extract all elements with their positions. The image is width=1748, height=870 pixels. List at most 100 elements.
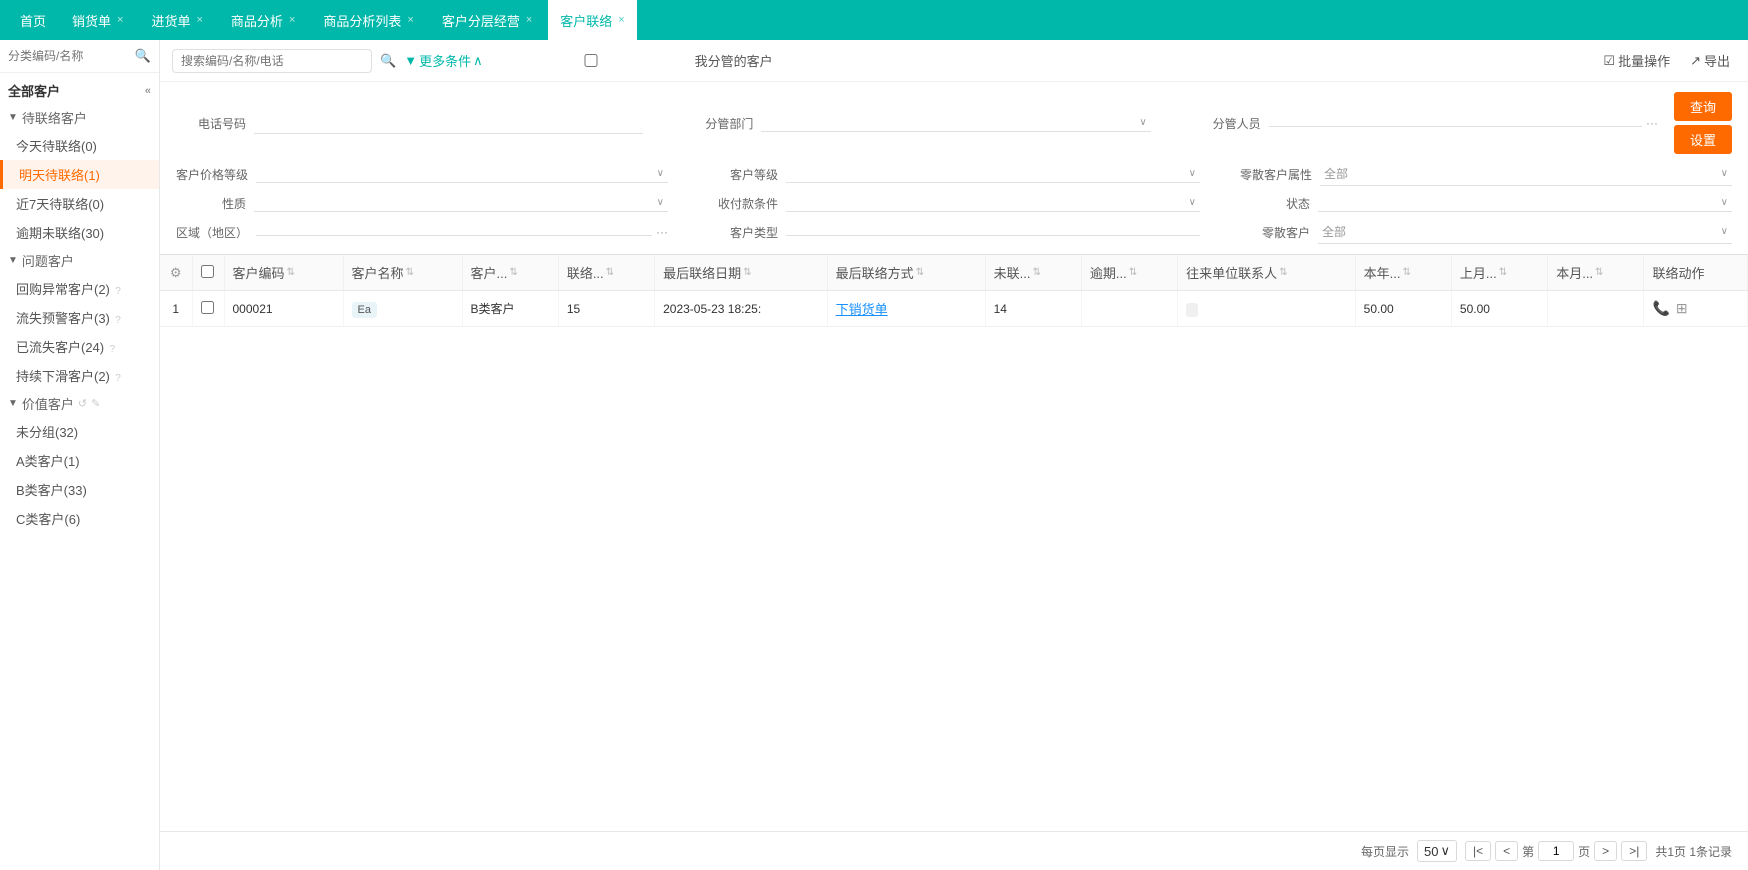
payment-select[interactable]: ∨ xyxy=(786,194,1200,212)
col-this-month-header[interactable]: 本月... ⇅ xyxy=(1548,255,1644,291)
settings-button[interactable]: 设置 xyxy=(1674,125,1732,154)
page-input[interactable] xyxy=(1538,841,1574,861)
pending-arrow-icon: ▼ xyxy=(8,112,18,123)
col-name-header[interactable]: 客户名称 ⇅ xyxy=(343,255,462,291)
sidebar-item-7days[interactable]: 近7天待联络(0) xyxy=(0,189,159,218)
nature-select[interactable]: ∨ xyxy=(254,194,668,212)
retail-cust-select[interactable]: 全部 ∨ xyxy=(1318,220,1732,244)
adv-field-cust-type: 客户类型 xyxy=(708,224,1200,241)
table-settings-icon[interactable]: ⚙ xyxy=(170,265,182,280)
all-customers-header[interactable]: 全部客户 « xyxy=(0,73,159,104)
close-tab-1-icon[interactable]: × xyxy=(196,14,202,26)
select-all-checkbox[interactable] xyxy=(201,265,214,278)
close-tab-2-icon[interactable]: × xyxy=(289,14,295,26)
col-type-header[interactable]: 客户... ⇅ xyxy=(462,255,558,291)
status-select[interactable]: ∨ xyxy=(1318,194,1732,212)
col-this-year-header[interactable]: 本年... ⇅ xyxy=(1355,255,1451,291)
col-code-header[interactable]: 客户编码 ⇅ xyxy=(224,255,343,291)
nav-tab-5[interactable]: 客户联络 × xyxy=(548,0,636,40)
close-tab-0-icon[interactable]: × xyxy=(117,14,123,26)
action-grid-icon[interactable]: ⊞ xyxy=(1676,300,1688,317)
cust-type-label: 客户类型 xyxy=(708,224,778,241)
close-tab-4-icon[interactable]: × xyxy=(526,14,532,26)
next-page-btn[interactable]: > xyxy=(1594,841,1617,861)
sidebar-item-churned[interactable]: 已流失客户(24) ? xyxy=(0,332,159,361)
first-page-btn[interactable]: |< xyxy=(1465,841,1491,861)
edit-icon[interactable]: ✎ xyxy=(91,397,100,410)
last-method-link[interactable]: 下销货单 xyxy=(836,302,888,317)
col-last-date-header[interactable]: 最后联络日期 ⇅ xyxy=(655,255,828,291)
sort-code-icon: ⇅ xyxy=(287,267,295,278)
sidebar-item-today[interactable]: 今天待联络(0) xyxy=(0,131,159,160)
retail-cust-chevron-icon: ∨ xyxy=(1721,226,1728,237)
nav-tab-1[interactable]: 进货单 × xyxy=(139,0,214,40)
action-phone-icon[interactable]: 📞 xyxy=(1652,300,1669,317)
total-info: 共1页 1条记录 xyxy=(1655,843,1732,860)
sidebar-item-c-class[interactable]: C类客户(6) xyxy=(0,504,159,533)
more-filter-btn[interactable]: ▼ 更多条件 ∧ xyxy=(404,51,482,70)
page-size-select[interactable]: 50 ∨ xyxy=(1417,840,1457,862)
action-icons: 📞 ⊞ xyxy=(1652,300,1739,317)
adv-field-nature: 性质 ∨ xyxy=(176,194,668,212)
col-contact-count-header[interactable]: 联络... ⇅ xyxy=(558,255,654,291)
region-label: 区域（地区） xyxy=(176,224,248,241)
query-button[interactable]: 查询 xyxy=(1674,92,1732,121)
my-customers-checkbox-area[interactable]: 我分管的客户 xyxy=(491,51,773,70)
search-btn[interactable]: 🔍 xyxy=(380,53,396,69)
collapse-icon[interactable]: « xyxy=(145,85,151,97)
col-overdue-header[interactable]: 逾期... ⇅ xyxy=(1081,255,1177,291)
region-select[interactable] xyxy=(256,229,652,236)
prev-page-btn[interactable]: < xyxy=(1495,841,1518,861)
pending-contact-group[interactable]: ▼ 待联络客户 xyxy=(0,104,159,131)
col-checkbox[interactable] xyxy=(192,255,224,291)
col-uncontacted-header[interactable]: 未联... ⇅ xyxy=(985,255,1081,291)
price-level-select[interactable]: ∨ xyxy=(256,165,668,183)
retail-attr-select[interactable]: 全部 ∨ xyxy=(1320,162,1732,186)
nav-tab-4[interactable]: 客户分层经营 × xyxy=(430,0,544,40)
col-last-month-header[interactable]: 上月... ⇅ xyxy=(1451,255,1547,291)
col-last-method-header[interactable]: 最后联络方式 ⇅ xyxy=(827,255,985,291)
sidebar-item-a-class[interactable]: A类客户(1) xyxy=(0,446,159,475)
search-input[interactable] xyxy=(172,49,372,73)
sidebar-item-churn-warn[interactable]: 流失预警客户(3) ? xyxy=(0,303,159,332)
sidebar-item-b-class[interactable]: B类客户(33) xyxy=(0,475,159,504)
my-customers-checkbox[interactable] xyxy=(491,54,691,67)
sort-uncontacted-icon: ⇅ xyxy=(1032,267,1040,278)
customer-level-select[interactable]: ∨ xyxy=(786,165,1200,183)
sidebar-item-repurchase[interactable]: 回购异常客户(2) ? xyxy=(0,274,159,303)
sidebar-item-tomorrow[interactable]: 明天待联络(1) xyxy=(0,160,159,189)
region-dots[interactable]: ··· xyxy=(656,225,668,239)
export-btn[interactable]: ↗ 导出 xyxy=(1684,48,1736,73)
row-name[interactable]: Ea xyxy=(343,291,462,327)
nav-tab-3[interactable]: 商品分析列表 × xyxy=(311,0,425,40)
dept-select[interactable]: ∨ xyxy=(761,114,1150,132)
sidebar-item-ungrouped[interactable]: 未分组(32) xyxy=(0,417,159,446)
nature-label: 性质 xyxy=(176,195,246,212)
person-select[interactable] xyxy=(1269,120,1642,127)
sidebar-item-declining[interactable]: 持续下滑客户(2) ? xyxy=(0,361,159,390)
col-settings[interactable]: ⚙ xyxy=(160,255,192,291)
col-unit-contact-header[interactable]: 往来单位联系人 ⇅ xyxy=(1178,255,1355,291)
refresh-icon[interactable]: ↺ xyxy=(78,397,87,410)
row-checkbox-cell[interactable] xyxy=(192,291,224,327)
cust-type-select[interactable] xyxy=(786,229,1200,236)
nav-home[interactable]: 首页 xyxy=(10,11,56,30)
sidebar-search-input[interactable] xyxy=(8,49,135,63)
value-customers-group[interactable]: ▼ 价值客户 ↺ ✎ xyxy=(0,390,159,417)
nav-tab-2[interactable]: 商品分析 × xyxy=(219,0,307,40)
row-last-method[interactable]: 下销货单 xyxy=(827,291,985,327)
status-label: 状态 xyxy=(1240,195,1310,212)
adv-field-dept: 分管部门 ∨ xyxy=(683,114,1150,132)
person-dots[interactable]: ··· xyxy=(1646,116,1658,130)
row-checkbox[interactable] xyxy=(201,301,214,314)
sidebar-search-icon[interactable]: 🔍 xyxy=(135,48,151,64)
problem-customers-group[interactable]: ▼ 问题客户 xyxy=(0,247,159,274)
close-tab-5-icon[interactable]: × xyxy=(618,14,624,26)
sidebar-item-overdue[interactable]: 逾期未联络(30) xyxy=(0,218,159,247)
nav-tab-0[interactable]: 销货单 × xyxy=(60,0,135,40)
phone-input[interactable] xyxy=(254,113,643,134)
adv-field-status: 状态 ∨ xyxy=(1240,194,1732,212)
last-page-btn[interactable]: >| xyxy=(1621,841,1647,861)
batch-op-btn[interactable]: ☑ 批量操作 xyxy=(1597,48,1676,73)
close-tab-3-icon[interactable]: × xyxy=(407,14,413,26)
